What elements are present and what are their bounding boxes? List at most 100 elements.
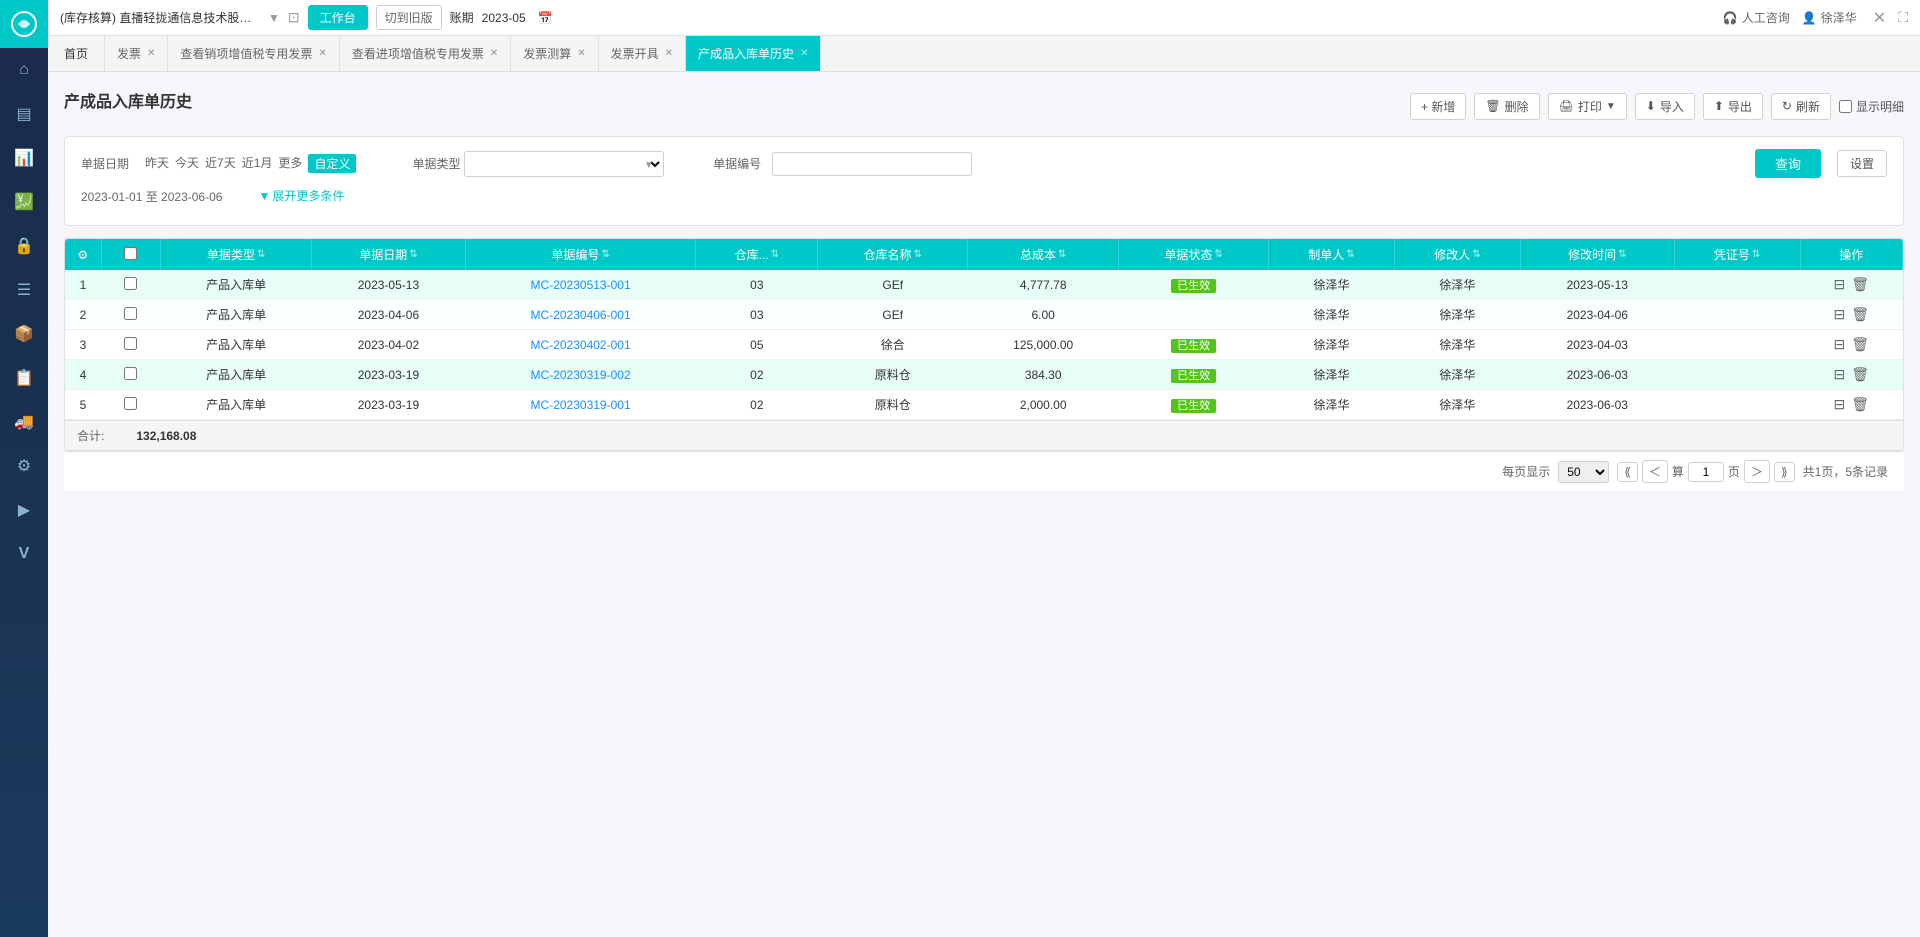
sidebar-item-chart[interactable]: 📊 [0, 136, 48, 180]
th-total-cost[interactable]: 总成本⇅ [968, 239, 1119, 270]
type-select[interactable] [464, 151, 664, 177]
number-input[interactable] [772, 152, 972, 176]
tab-home[interactable]: 首页 [48, 36, 105, 72]
cell-number-5[interactable]: MC-20230319-001 [465, 390, 696, 420]
tab-purchase-invoice-close[interactable]: ✕ [490, 48, 498, 59]
query-button[interactable]: 查询 [1755, 149, 1821, 178]
doc-link-4[interactable]: MC-20230319-002 [531, 368, 631, 382]
shortcut-today[interactable]: 今天 [175, 154, 199, 173]
cell-number-3[interactable]: MC-20230402-001 [465, 330, 696, 360]
per-page-select[interactable]: 50 100 [1558, 461, 1609, 483]
shortcut-custom[interactable]: 自定义 [308, 154, 356, 173]
tab-purchase-invoice[interactable]: 查看进项增值税专用发票 ✕ [340, 36, 511, 72]
service-button[interactable]: 🎧 人工咨询 [1723, 9, 1790, 26]
th-voucher[interactable]: 凭证号⇅ [1674, 239, 1800, 270]
tab-calc-close[interactable]: ✕ [577, 48, 585, 59]
row-checkbox-5[interactable] [124, 397, 137, 410]
th-status[interactable]: 单据状态⇅ [1119, 239, 1269, 270]
row-checkbox-2[interactable] [124, 307, 137, 320]
tab-open-close[interactable]: ✕ [665, 48, 673, 59]
shortcut-yesterday[interactable]: 昨天 [145, 154, 169, 173]
last-page-button[interactable]: ⟫ [1774, 462, 1795, 482]
page-input[interactable] [1688, 462, 1724, 482]
tab-calc[interactable]: 发票测算 ✕ [511, 36, 598, 72]
tab-history[interactable]: 产成品入库单历史 ✕ [686, 36, 821, 72]
tab-sales-invoice-close[interactable]: ✕ [318, 48, 326, 59]
tab-history-close[interactable]: ✕ [800, 48, 808, 59]
first-page-button[interactable]: ⟪ [1617, 462, 1638, 482]
tab-invoice-close[interactable]: ✕ [147, 48, 155, 59]
doc-link-1[interactable]: MC-20230513-001 [531, 278, 631, 292]
cell-checkbox-4[interactable] [101, 360, 161, 390]
doc-link-3[interactable]: MC-20230402-001 [531, 338, 631, 352]
cell-number-1[interactable]: MC-20230513-001 [465, 270, 696, 300]
delete-icon-1[interactable]: 🗑 [1851, 276, 1869, 293]
cell-checkbox-1[interactable] [101, 270, 161, 300]
shortcut-more[interactable]: 更多 [278, 154, 302, 173]
th-warehouse-code[interactable]: 仓库...⇅ [696, 239, 818, 270]
row-checkbox-4[interactable] [124, 367, 137, 380]
th-date[interactable]: 单据日期⇅ [312, 239, 466, 270]
next-page-button[interactable]: ＞ [1744, 460, 1770, 483]
set-button[interactable]: 设置 [1837, 150, 1887, 177]
sidebar-item-report[interactable]: 📋 [0, 356, 48, 400]
prev-page-button[interactable]: ＜ [1642, 460, 1668, 483]
cell-checkbox-2[interactable] [101, 300, 161, 330]
sidebar-item-finance[interactable]: 💹 [0, 180, 48, 224]
th-settings[interactable]: ⚙ [65, 239, 101, 270]
th-warehouse-name[interactable]: 仓库名称⇅ [818, 239, 968, 270]
row-checkbox-3[interactable] [124, 337, 137, 350]
shortcut-1month[interactable]: 近1月 [242, 154, 273, 173]
sidebar-item-invoice[interactable]: ▤ [0, 92, 48, 136]
edit-icon-5[interactable]: ⊟ [1834, 396, 1846, 413]
doc-link-2[interactable]: MC-20230406-001 [531, 308, 631, 322]
delete-icon-5[interactable]: 🗑 [1851, 396, 1869, 413]
cell-checkbox-5[interactable] [101, 390, 161, 420]
th-type[interactable]: 单据类型⇅ [161, 239, 312, 270]
select-all-checkbox[interactable] [124, 247, 137, 260]
dropdown-icon[interactable]: ▼ [268, 11, 280, 25]
print-dropdown-icon[interactable]: ▼ [1606, 101, 1616, 112]
th-modify-time[interactable]: 修改时间⇅ [1520, 239, 1674, 270]
new-button[interactable]: + 新增 [1410, 93, 1466, 120]
export-button[interactable]: ⬆ 导出 [1703, 93, 1763, 120]
sidebar-item-v[interactable]: V [0, 532, 48, 576]
show-detail-toggle[interactable]: 显示明细 [1839, 98, 1904, 115]
edit-icon-1[interactable]: ⊟ [1834, 276, 1846, 293]
sidebar-item-lock[interactable]: 🔒 [0, 224, 48, 268]
tab-sales-invoice[interactable]: 查看销项增值税专用发票 ✕ [168, 36, 339, 72]
th-creator[interactable]: 制单人⇅ [1269, 239, 1395, 270]
edit-icon-3[interactable]: ⊟ [1834, 336, 1846, 353]
window-maximize-button[interactable]: ⛶ [1898, 9, 1908, 26]
window-close-button[interactable]: ✕ [1873, 8, 1886, 28]
cell-number-4[interactable]: MC-20230319-002 [465, 360, 696, 390]
delete-icon-3[interactable]: 🗑 [1851, 336, 1869, 353]
sidebar-item-settings[interactable]: ⚙ [0, 444, 48, 488]
delete-button[interactable]: 🗑 删除 [1474, 93, 1539, 120]
workbench-button[interactable]: 工作台 [308, 5, 368, 30]
row-checkbox-1[interactable] [124, 277, 137, 290]
th-modifier[interactable]: 修改人⇅ [1394, 239, 1520, 270]
user-menu[interactable]: 👤 徐泽华 [1802, 9, 1857, 26]
edit-icon-2[interactable]: ⊟ [1834, 306, 1846, 323]
cell-checkbox-3[interactable] [101, 330, 161, 360]
sidebar-item-truck[interactable]: 🚚 [0, 400, 48, 444]
th-number[interactable]: 单据编号⇅ [465, 239, 696, 270]
sidebar-item-media[interactable]: ▶ [0, 488, 48, 532]
delete-icon-4[interactable]: 🗑 [1851, 366, 1869, 383]
copy-icon[interactable]: ⊡ [288, 9, 300, 26]
expand-button[interactable]: ▼ 展开更多条件 [258, 187, 344, 204]
shortcut-7days[interactable]: 近7天 [205, 154, 236, 173]
sidebar-item-home[interactable]: ⌂ [0, 48, 48, 92]
sidebar-item-list[interactable]: ☰ [0, 268, 48, 312]
tab-invoice[interactable]: 发票 ✕ [105, 36, 168, 72]
cell-number-2[interactable]: MC-20230406-001 [465, 300, 696, 330]
show-detail-checkbox[interactable] [1839, 100, 1852, 113]
print-button[interactable]: 🖨 打印 ▼ [1548, 93, 1627, 120]
edit-icon-4[interactable]: ⊟ [1834, 366, 1846, 383]
calendar-icon[interactable]: 📅 [538, 11, 553, 25]
delete-icon-2[interactable]: 🗑 [1851, 306, 1869, 323]
import-button[interactable]: ⬇ 导入 [1635, 93, 1695, 120]
tab-open[interactable]: 发票开具 ✕ [599, 36, 686, 72]
doc-link-5[interactable]: MC-20230319-001 [531, 398, 631, 412]
